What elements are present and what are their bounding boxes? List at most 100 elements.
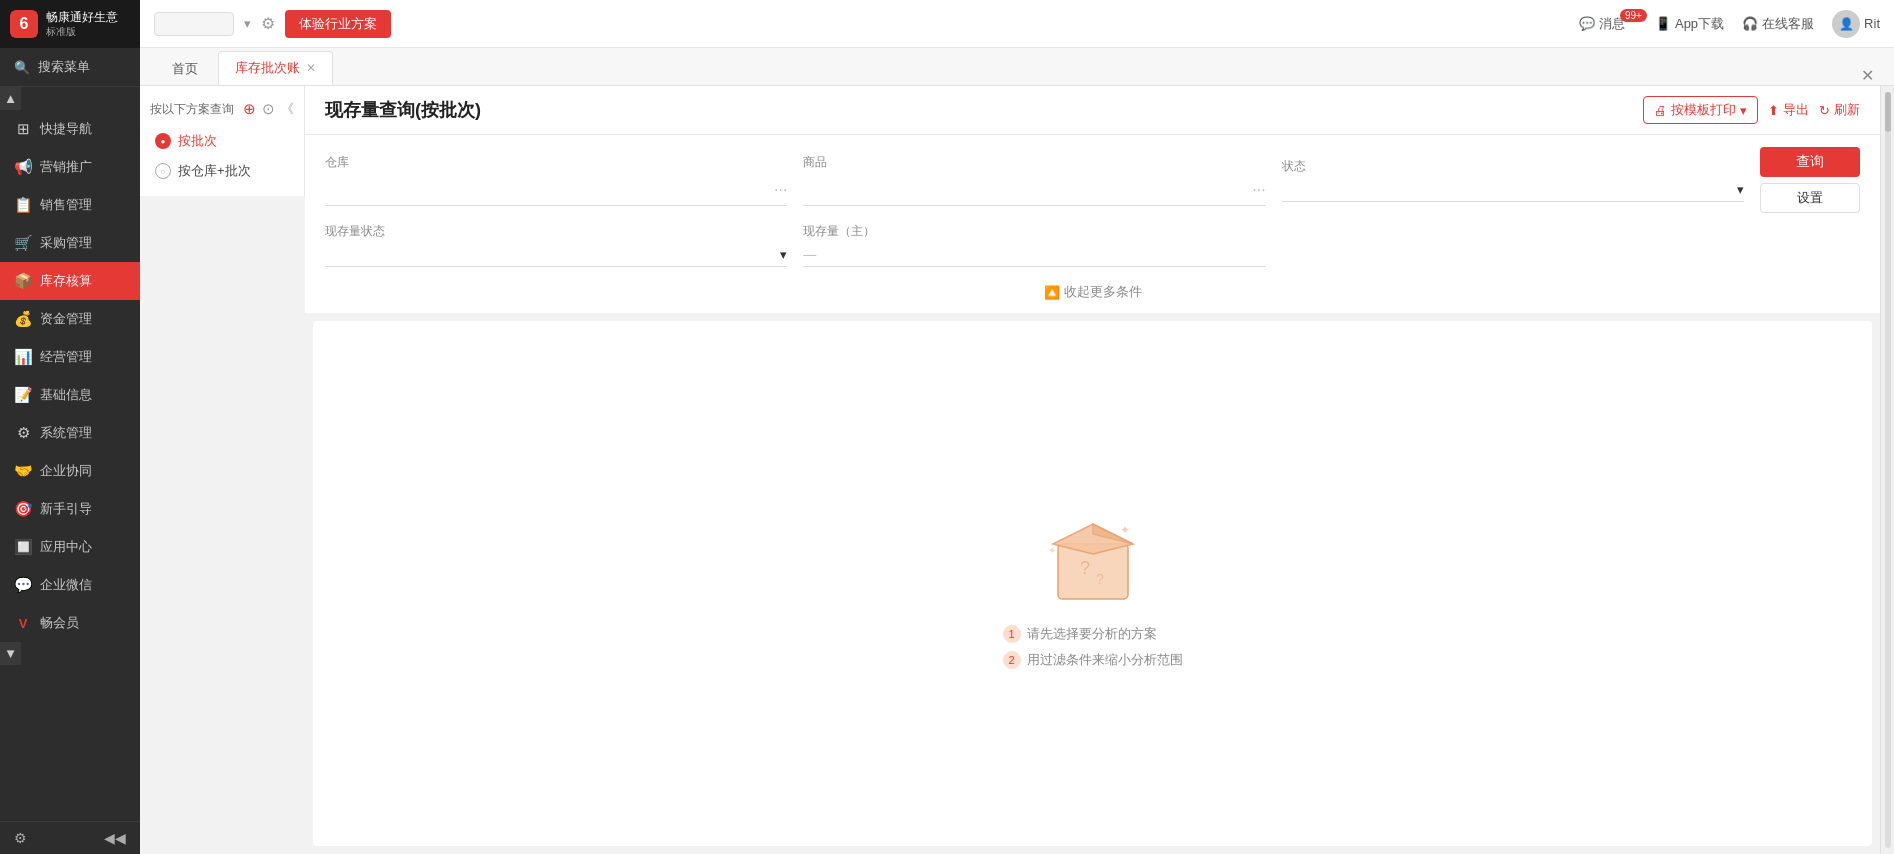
sidebar-nav: ▲ ⊞ 快捷导航 📢 营销推广 📋 销售管理 🛒 采购管理 📦 库存核算 💰 资…	[0, 87, 140, 821]
collapse-sidebar-btn[interactable]: ◀◀	[104, 830, 126, 846]
product-dots[interactable]: ···	[1252, 181, 1265, 199]
breadcrumb-input[interactable]	[154, 12, 234, 36]
stock-status-select[interactable]: ▾	[325, 243, 787, 267]
topbar: ▾ ⚙ 体验行业方案 💬 消息 99+ 📱 App下载 🎧 在线客服 👤 Rit	[140, 0, 1894, 48]
quick-nav-icon: ⊞	[14, 120, 32, 138]
sidebar-scroll-up[interactable]: ▲	[0, 87, 21, 110]
sidebar-item-app-center[interactable]: 🔲 应用中心	[0, 528, 140, 566]
svg-text:✦: ✦	[1048, 545, 1056, 556]
sidebar-item-inventory[interactable]: 📦 库存核算	[0, 262, 140, 300]
basic-info-icon: 📝	[14, 386, 32, 404]
filter-area: 仓库 ··· 商品 ···	[305, 135, 1880, 313]
settings-footer-btn[interactable]: ⚙	[14, 830, 27, 846]
wechat-icon: 💬	[14, 576, 32, 594]
filter-status: 状态 ▾	[1282, 158, 1744, 202]
system-icon: ⚙	[14, 424, 32, 442]
search-icon: 🔍	[14, 60, 30, 75]
collapse-more-btn[interactable]: 🔼 收起更多条件	[325, 277, 1860, 301]
query-btn[interactable]: 查询	[1760, 147, 1860, 177]
tab-home[interactable]: 首页	[156, 53, 214, 85]
sidebar-item-guide[interactable]: 🎯 新手引导	[0, 490, 140, 528]
sidebar-item-system[interactable]: ⚙ 系统管理	[0, 414, 140, 452]
filter-row-1: 仓库 ··· 商品 ···	[325, 147, 1860, 213]
action-buttons: 查询 设置	[1760, 147, 1860, 213]
refresh-btn[interactable]: ↻ 刷新	[1819, 101, 1860, 119]
scrollbar-track	[1885, 92, 1891, 848]
avatar: 👤	[1832, 10, 1860, 38]
add-schema-btn[interactable]: ⊕	[243, 100, 256, 118]
service-icon: 🎧	[1742, 16, 1758, 31]
left-panel: 按以下方案查询 ⊕ ⊙ 《 ● 按批次	[140, 86, 305, 196]
filter-warehouse: 仓库 ···	[325, 154, 787, 206]
download-icon: 📱	[1655, 16, 1671, 31]
filter-stock-status: 现存量状态 ▾	[325, 223, 787, 267]
left-panel-actions: ⊕ ⊙ 《	[243, 100, 294, 118]
message-icon: 💬	[1579, 16, 1595, 31]
app-center-icon: 🔲	[14, 538, 32, 556]
sidebar-item-quick-nav[interactable]: ⊞ 快捷导航	[0, 110, 140, 148]
right-panel: 现存量查询(按批次) 🖨 按模板打印 ▾ ⬆ 导出 ↻	[305, 86, 1880, 854]
stock-qty-placeholder: —	[803, 247, 816, 262]
sidebar-scroll-down[interactable]: ▼	[0, 642, 21, 665]
stock-qty-label: 现存量（主）	[803, 223, 1265, 240]
export-btn[interactable]: ⬆ 导出	[1768, 101, 1809, 119]
right-scrollbar[interactable]	[1880, 86, 1894, 854]
hint-item-1: 1 请先选择要分析的方案	[1003, 625, 1183, 643]
product-input[interactable]	[803, 178, 1244, 201]
schema-settings-btn[interactable]: ⊙	[262, 100, 275, 118]
product-label: 商品	[803, 154, 1265, 171]
content-area: 按以下方案查询 ⊕ ⊙ 《 ● 按批次	[140, 86, 1894, 854]
tab-inventory-batch[interactable]: 库存批次账 ✕	[218, 51, 333, 85]
chevron-down-icon[interactable]: ▾	[244, 16, 251, 31]
export-icon: ⬆	[1768, 103, 1779, 118]
stock-status-label: 现存量状态	[325, 223, 787, 240]
print-btn[interactable]: 🖨 按模板打印 ▾	[1643, 96, 1758, 124]
empty-hints: 1 请先选择要分析的方案 2 用过滤条件来缩小分析范围	[1003, 625, 1183, 669]
schema-item-by-warehouse-batch[interactable]: ○ 按仓库+批次	[140, 156, 304, 186]
status-select[interactable]: ▾	[1282, 178, 1744, 202]
warehouse-input[interactable]	[325, 178, 766, 201]
sidebar-item-wechat[interactable]: 💬 企业微信	[0, 566, 140, 604]
purchase-icon: 🛒	[14, 234, 32, 252]
sidebar-item-marketing[interactable]: 📢 营销推广	[0, 148, 140, 186]
sidebar-search[interactable]: 🔍 搜索菜单	[0, 48, 140, 87]
page-header: 现存量查询(按批次) 🖨 按模板打印 ▾ ⬆ 导出 ↻	[305, 86, 1880, 135]
sidebar-item-sales[interactable]: 📋 销售管理	[0, 186, 140, 224]
page-header-top: 现存量查询(按批次) 🖨 按模板打印 ▾ ⬆ 导出 ↻	[325, 96, 1860, 124]
message-btn[interactable]: 💬 消息 99+	[1579, 15, 1637, 33]
sidebar-header: 6 畅康通好生意 标准版	[0, 0, 140, 48]
collapse-left-panel-btn[interactable]: 《	[281, 100, 294, 118]
topbar-actions: 💬 消息 99+ 📱 App下载 🎧 在线客服 👤 Rit	[1579, 10, 1880, 38]
sidebar-item-purchase[interactable]: 🛒 采购管理	[0, 224, 140, 262]
online-service-btn[interactable]: 🎧 在线客服	[1742, 15, 1814, 33]
app-title: 畅康通好生意 标准版	[46, 10, 118, 39]
sidebar-item-finance[interactable]: 💰 资金管理	[0, 300, 140, 338]
guide-icon: 🎯	[14, 500, 32, 518]
schema-item-by-batch[interactable]: ● 按批次	[140, 126, 304, 156]
schema-active-icon: ●	[154, 132, 172, 150]
tab-close-icon[interactable]: ✕	[306, 61, 316, 75]
sidebar-item-operations[interactable]: 📊 经营管理	[0, 338, 140, 376]
sidebar-item-enterprise[interactable]: 🤝 企业协同	[0, 452, 140, 490]
settings-btn[interactable]: 设置	[1760, 183, 1860, 213]
filter-product: 商品 ···	[803, 154, 1265, 206]
svg-text:?: ?	[1096, 571, 1104, 587]
sidebar-item-member[interactable]: V 畅会员	[0, 604, 140, 642]
member-icon: V	[14, 614, 32, 632]
user-avatar[interactable]: 👤 Rit	[1832, 10, 1880, 38]
sales-icon: 📋	[14, 196, 32, 214]
main-area: ▾ ⚙ 体验行业方案 💬 消息 99+ 📱 App下载 🎧 在线客服 👤 Rit	[140, 0, 1894, 854]
left-panel-wrap: 按以下方案查询 ⊕ ⊙ 《 ● 按批次	[140, 86, 305, 854]
operations-icon: 📊	[14, 348, 32, 366]
warehouse-dots[interactable]: ···	[774, 181, 787, 199]
topbar-gear-icon[interactable]: ⚙	[261, 14, 275, 33]
svg-text:?: ?	[1080, 558, 1090, 578]
app-download-btn[interactable]: 📱 App下载	[1655, 15, 1724, 33]
trial-btn[interactable]: 体验行业方案	[285, 10, 391, 38]
inventory-icon: 📦	[14, 272, 32, 290]
warehouse-label: 仓库	[325, 154, 787, 171]
sidebar-item-basic-info[interactable]: 📝 基础信息	[0, 376, 140, 414]
close-panel-btn[interactable]: ✕	[1861, 66, 1874, 85]
svg-text:✦: ✦	[1120, 523, 1130, 537]
hint-item-2: 2 用过滤条件来缩小分析范围	[1003, 651, 1183, 669]
